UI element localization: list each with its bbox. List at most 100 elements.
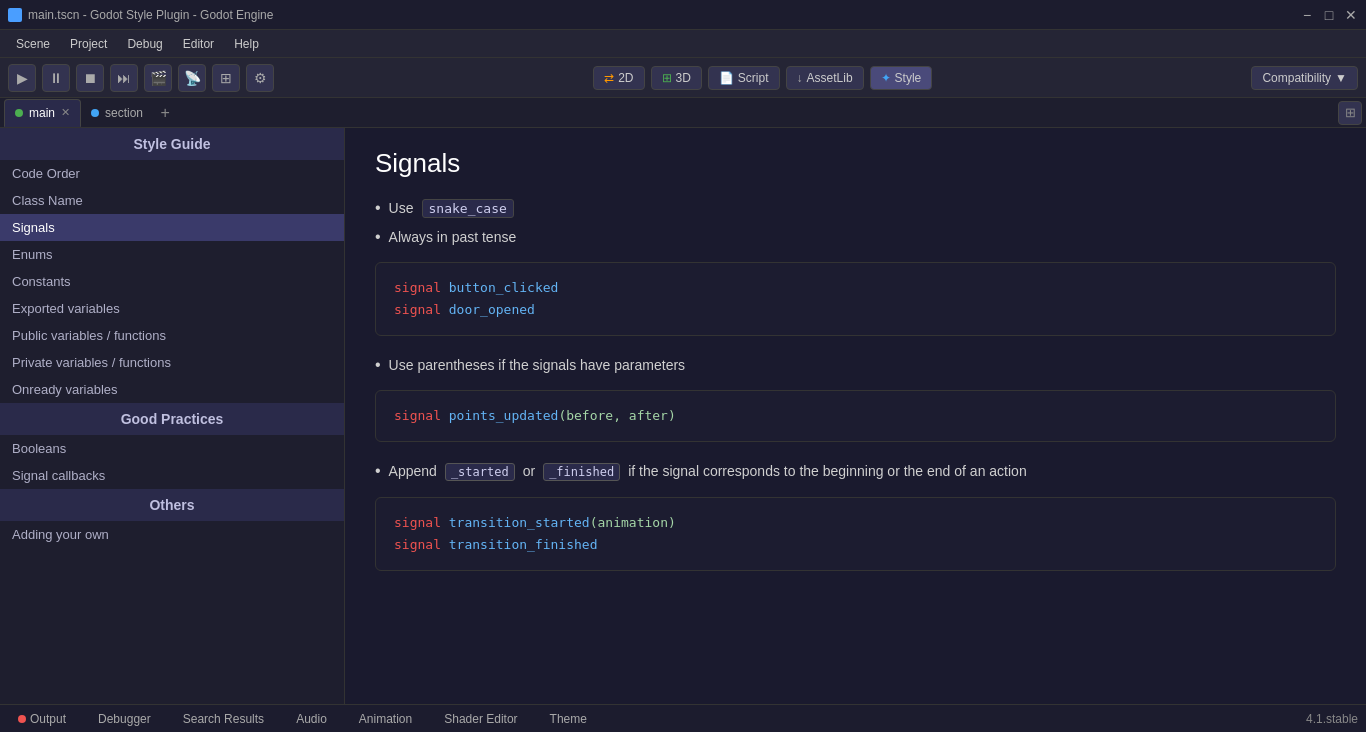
bullet-list-2: Use parentheses if the signals have para… [375,356,1336,374]
status-audio[interactable]: Audio [286,709,337,729]
code2-params1: (before, after) [558,408,675,423]
status-output[interactable]: Output [8,709,76,729]
code2-kw1: signal [394,408,441,423]
bullet-item-2: Always in past tense [375,228,1336,246]
sidebar-item-public-variables[interactable]: Public variables / functions [0,322,344,349]
menu-scene[interactable]: Scene [8,35,58,53]
output-label: Output [30,712,66,726]
tab-main[interactable]: main ✕ [4,99,81,127]
tab-section-dot [91,109,99,117]
code-block-2-line-1: signal points_updated(before, after) [394,405,1317,427]
bullet4-prefix: Append [389,463,437,479]
sidebar-others-header: Others [0,489,344,521]
layout-end-icon[interactable]: ⊞ [1338,101,1362,125]
compat-arrow-icon: ▼ [1335,71,1347,85]
bullet-item-3: Use parentheses if the signals have para… [375,356,1336,374]
shader-editor-label: Shader Editor [444,712,517,726]
close-button[interactable]: ✕ [1344,8,1358,22]
sidebar-item-signals[interactable]: Signals [0,214,344,241]
status-shader-editor[interactable]: Shader Editor [434,709,527,729]
extra-button[interactable]: ⚙ [246,64,274,92]
sidebar-item-onready-variables[interactable]: Onready variables [0,376,344,403]
remote-button[interactable]: 📡 [178,64,206,92]
menu-project[interactable]: Project [62,35,115,53]
btn-2d[interactable]: ⇄ 2D [593,66,644,90]
status-debugger[interactable]: Debugger [88,709,161,729]
code-block-3-line-2: signal transition_finished [394,534,1317,556]
code3-params1: (animation) [590,515,676,530]
sidebar-item-constants[interactable]: Constants [0,268,344,295]
animation-label: Animation [359,712,412,726]
tab-bar: main ✕ section + ⊞ [0,98,1366,128]
btn-2d-label: 2D [618,71,633,85]
code3-fn1: transition_started [449,515,590,530]
btn-assetlib[interactable]: ↓ AssetLib [786,66,864,90]
status-search-results[interactable]: Search Results [173,709,274,729]
output-dot [18,715,26,723]
tab-main-close[interactable]: ✕ [61,106,70,119]
btn-3d[interactable]: ⊞ 3D [651,66,702,90]
bullet4-code1: _started [445,463,515,481]
sidebar-item-code-order[interactable]: Code Order [0,160,344,187]
sidebar-item-exported-variables[interactable]: Exported variables [0,295,344,322]
stop-button[interactable]: ⏹ [76,64,104,92]
debugger-label: Debugger [98,712,151,726]
title-bar: main.tscn - Godot Style Plugin - Godot E… [0,0,1366,30]
title-bar-left: main.tscn - Godot Style Plugin - Godot E… [8,8,273,22]
compat-button[interactable]: Compatibility ▼ [1251,66,1358,90]
sidebar-item-class-name[interactable]: Class Name [0,187,344,214]
sidebar-title: Style Guide [0,128,344,160]
btn-script-icon: 📄 [719,71,734,85]
tab-section[interactable]: section [81,99,153,127]
sidebar-item-private-variables[interactable]: Private variables / functions [0,349,344,376]
toolbar-right: Compatibility ▼ [1251,66,1358,90]
version-label: 4.1.stable [1306,712,1358,726]
movie-button[interactable]: 🎬 [144,64,172,92]
bullet-list: Use snake_case Always in past tense [375,199,1336,246]
code-block-1-line-1: signal button_clicked [394,277,1317,299]
menu-help[interactable]: Help [226,35,267,53]
bullet-item-1: Use snake_case [375,199,1336,218]
code1-fn1: button_clicked [449,280,559,295]
compat-label: Compatibility [1262,71,1331,85]
bullet1-code: snake_case [422,199,514,218]
maximize-button[interactable]: □ [1322,8,1336,22]
btn-2d-icon: ⇄ [604,71,614,85]
content-area: Signals Use snake_case Always in past te… [345,128,1366,704]
app-icon [8,8,22,22]
minimize-button[interactable]: − [1300,8,1314,22]
bullet-item-4: Append _started or _finished if the sign… [375,462,1336,481]
code3-kw2: signal [394,537,441,552]
tab-main-label: main [29,106,55,120]
btn-script-label: Script [738,71,769,85]
play-button[interactable]: ▶ [8,64,36,92]
menu-bar: Scene Project Debug Editor Help [0,30,1366,58]
menu-editor[interactable]: Editor [175,35,222,53]
code-block-2: signal points_updated(before, after) [375,390,1336,442]
bullet1-prefix: Use [389,200,414,216]
code3-kw1: signal [394,515,441,530]
sidebar-item-signal-callbacks[interactable]: Signal callbacks [0,462,344,489]
code1-fn2: door_opened [449,302,535,317]
menu-debug[interactable]: Debug [119,35,170,53]
search-results-label: Search Results [183,712,264,726]
bullet-list-3: Append _started or _finished if the sign… [375,462,1336,481]
title-bar-controls[interactable]: − □ ✕ [1300,8,1358,22]
code-block-3-line-1: signal transition_started(animation) [394,512,1317,534]
sidebar-item-enums[interactable]: Enums [0,241,344,268]
status-theme[interactable]: Theme [540,709,597,729]
bullet4-mid: or [523,463,535,479]
status-bar: Output Debugger Search Results Audio Ani… [0,704,1366,732]
btn-script[interactable]: 📄 Script [708,66,780,90]
btn-3d-icon: ⊞ [662,71,672,85]
pause-button[interactable]: ⏸ [42,64,70,92]
toolbar-left: ▶ ⏸ ⏹ ⏭ 🎬 📡 ⊞ ⚙ [8,64,274,92]
sidebar-item-adding-your-own[interactable]: Adding your own [0,521,344,548]
sidebar-item-booleans[interactable]: Booleans [0,435,344,462]
main-layout: Style Guide Code Order Class Name Signal… [0,128,1366,704]
layout-button[interactable]: ⊞ [212,64,240,92]
btn-style[interactable]: ✦ Style [870,66,933,90]
status-animation[interactable]: Animation [349,709,422,729]
tab-add-button[interactable]: + [153,101,177,125]
step-button[interactable]: ⏭ [110,64,138,92]
